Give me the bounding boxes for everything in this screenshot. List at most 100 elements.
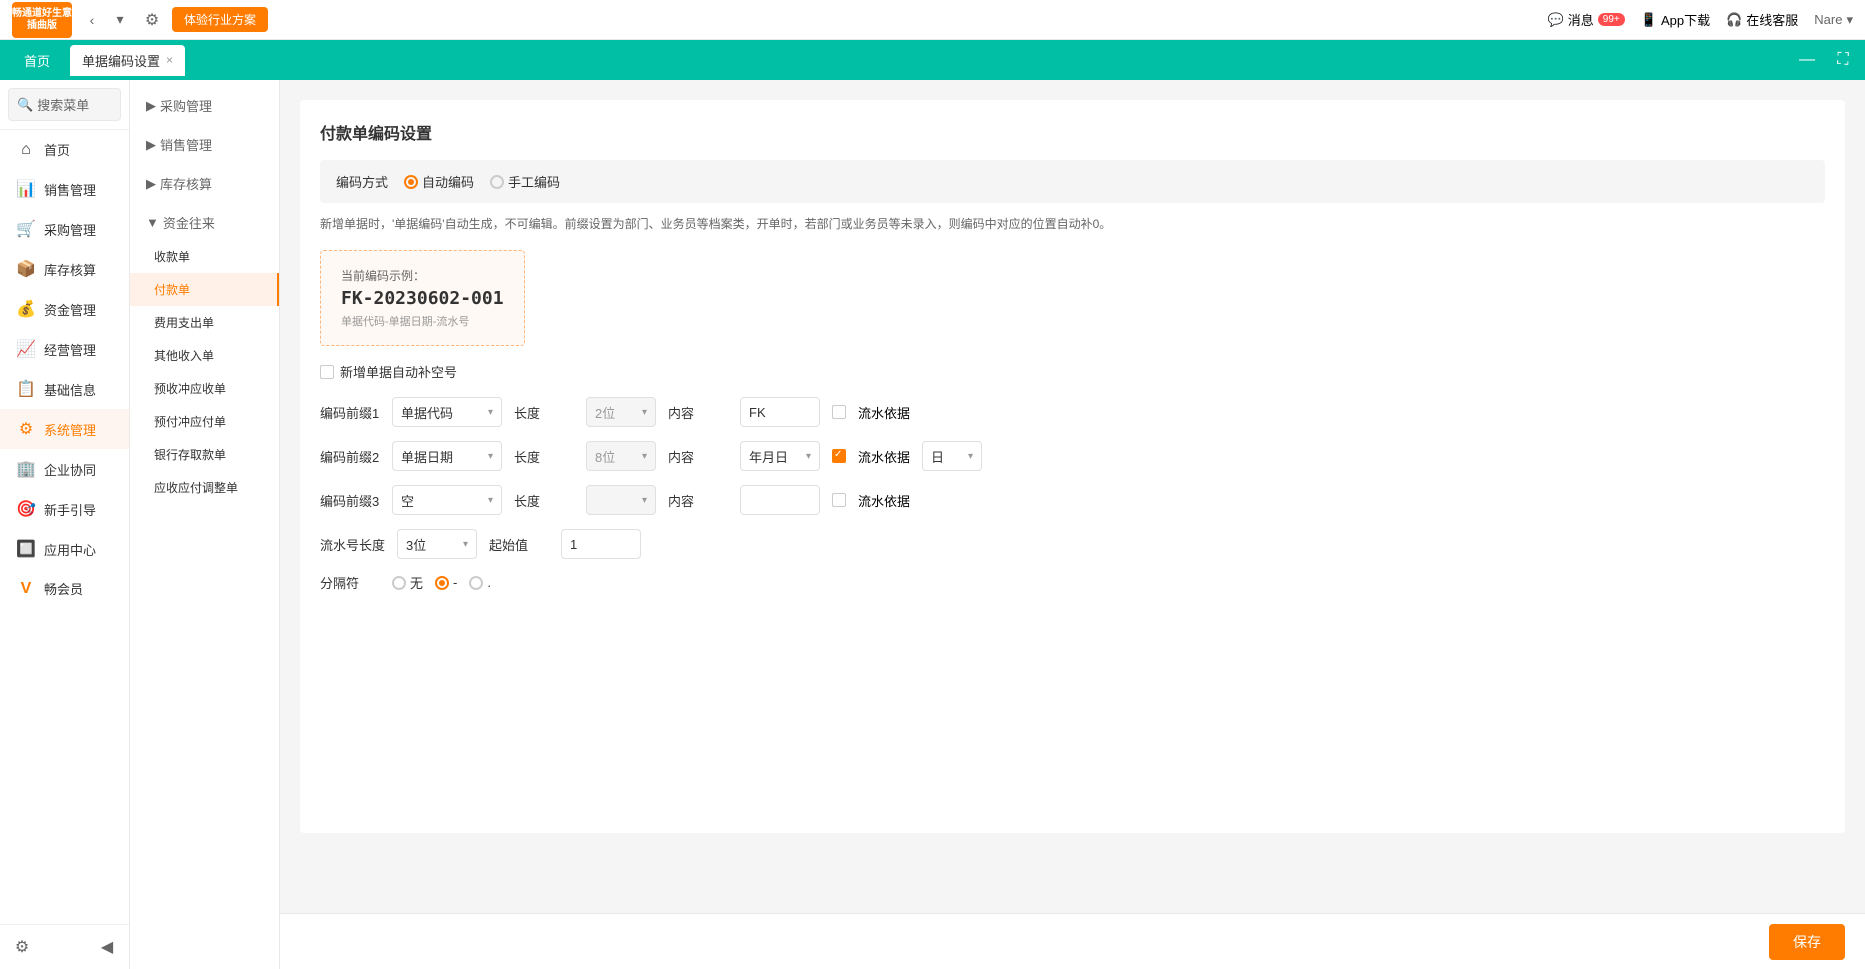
tab-maximize-button[interactable]: ⛶ — [1829, 46, 1857, 74]
auto-fill-checkbox[interactable]: 新增单据自动补空号 — [320, 362, 1825, 381]
length3-arrow-icon: ▾ — [642, 495, 647, 506]
start-value-input[interactable]: 1 — [561, 529, 641, 559]
sidebar-item-finance-label: 资金管理 — [44, 300, 96, 319]
manual-encode-radio[interactable]: 手工编码 — [490, 172, 560, 191]
sidebar-item-operation[interactable]: 📈 经营管理 — [0, 329, 129, 369]
nav-down-button[interactable]: ▾ — [108, 8, 132, 32]
prefix3-select[interactable]: 空 ▾ — [392, 485, 502, 515]
sub-item-expense[interactable]: 费用支出单 — [130, 306, 279, 339]
sub-group-inventory-label: 库存核算 — [160, 174, 212, 193]
sidebar-collapse-button[interactable]: ◀ — [93, 933, 121, 961]
sub-item-payment[interactable]: 付款单 — [130, 273, 279, 306]
sidebar-item-apps[interactable]: 🔲 应用中心 — [0, 529, 129, 569]
sidebar-item-member[interactable]: V 畅会员 — [0, 569, 129, 608]
sidebar-item-inventory[interactable]: 📦 库存核算 — [0, 249, 129, 289]
auto-encode-radio[interactable]: 自动编码 — [404, 172, 474, 191]
prefix3-arrow-icon: ▾ — [488, 495, 493, 506]
sub-group-capital-label: 资金往来 — [163, 213, 215, 232]
encode-prefix-row1: 编码前缀1 单据代码 ▾ 长度 2位 ▾ 内容 FK 流水依据 — [320, 397, 1825, 427]
length1-value: 2位 — [595, 403, 615, 422]
sidebar-item-operation-label: 经营管理 — [44, 340, 96, 359]
encode-prefix-row2: 编码前缀2 单据日期 ▾ 长度 8位 ▾ 内容 年月日 ▾ — [320, 441, 1825, 471]
inventory-icon: 📦 — [16, 259, 36, 279]
sub-item-other-income[interactable]: 其他收入单 — [130, 339, 279, 372]
sidebar-item-enterprise[interactable]: 🏢 企业协同 — [0, 449, 129, 489]
prefix2-select[interactable]: 单据日期 ▾ — [392, 441, 502, 471]
watermark1-checkbox-box — [832, 405, 846, 419]
message-badge: 99+ — [1598, 13, 1625, 26]
sidebar-item-sales-label: 销售管理 — [44, 180, 96, 199]
sidebar-item-purchase[interactable]: 🛒 采购管理 — [0, 209, 129, 249]
app-download-button[interactable]: 📱 App下载 — [1641, 10, 1710, 29]
sidebar-item-home-label: 首页 — [44, 140, 70, 159]
sub-group-sales-title[interactable]: ▶ 销售管理 — [130, 127, 279, 162]
sidebar-item-enterprise-label: 企业协同 — [44, 460, 96, 479]
search-label: 搜索菜单 — [37, 95, 89, 114]
sidebar-item-basic[interactable]: 📋 基础信息 — [0, 369, 129, 409]
content2-value: 年月日 — [749, 447, 788, 466]
bottom-bar: 保存 — [280, 913, 1865, 969]
sub-group-capital-title[interactable]: ▼ 资金往来 — [130, 205, 279, 240]
period2-select[interactable]: 日 ▾ — [922, 441, 982, 471]
auto-fill-label: 新增单据自动补空号 — [340, 362, 457, 381]
prefix1-select[interactable]: 单据代码 ▾ — [392, 397, 502, 427]
separator-dash-dot — [435, 576, 449, 590]
settings-icon-button[interactable]: ⚙ — [140, 8, 164, 32]
sidebar-item-finance[interactable]: 💰 资金管理 — [0, 289, 129, 329]
period2-arrow-icon: ▾ — [968, 451, 973, 462]
online-service-button[interactable]: 🎧 在线客服 — [1726, 10, 1798, 29]
sub-item-receipt[interactable]: 收款单 — [130, 240, 279, 273]
purchase-icon: 🛒 — [16, 219, 36, 239]
sub-group-purchase-label: 采购管理 — [160, 96, 212, 115]
separator-dash-label: - — [453, 575, 457, 590]
user-area[interactable]: Nare ▾ — [1814, 12, 1853, 28]
separator-none-radio[interactable]: 无 — [392, 573, 423, 592]
message-button[interactable]: 💬 消息 99+ — [1548, 10, 1625, 29]
length2-arrow-icon: ▾ — [642, 451, 647, 462]
sidebar-settings-button[interactable]: ⚙ — [8, 933, 36, 961]
app-download-label: App下载 — [1661, 10, 1710, 29]
sub-item-pre-payable[interactable]: 预付冲应付单 — [130, 405, 279, 438]
code-example-box: 当前编码示例： FK-20230602-001 单据代码-单据日期-流水号 — [320, 250, 525, 346]
content3-label: 内容 — [668, 491, 728, 510]
nav-back-button[interactable]: ‹ — [80, 8, 104, 32]
save-button[interactable]: 保存 — [1769, 924, 1845, 960]
search-menu-button[interactable]: 🔍 搜索菜单 — [8, 88, 121, 121]
sub-group-purchase-title[interactable]: ▶ 采购管理 — [130, 88, 279, 123]
start-value: 1 — [570, 537, 577, 552]
tab-bar: 首页 单据编码设置 × — ⛶ — [0, 40, 1865, 80]
sub-item-pre-receivable[interactable]: 预收冲应收单 — [130, 372, 279, 405]
tab-close-button[interactable]: × — [166, 53, 173, 67]
online-service-label: 在线客服 — [1746, 10, 1798, 29]
length1-input: 2位 ▾ — [586, 397, 656, 427]
sidebar-item-system[interactable]: ⚙ 系统管理 — [0, 409, 129, 449]
user-dropdown-icon: ▾ — [1846, 12, 1853, 28]
sidebar-item-sales[interactable]: 📊 销售管理 — [0, 169, 129, 209]
serial-length-select[interactable]: 3位 ▾ — [397, 529, 477, 559]
message-label: 消息 — [1568, 10, 1594, 29]
content2-arrow-icon: ▾ — [806, 451, 811, 462]
sub-sidebar: ▶ 采购管理 ▶ 销售管理 ▶ 库存核算 ▼ 资金往来 收款单 付款单 费用支出… — [130, 80, 280, 969]
trial-button[interactable]: 体验行业方案 — [172, 7, 268, 32]
service-icon: 🎧 — [1726, 12, 1742, 28]
top-bar-right: 💬 消息 99+ 📱 App下载 🎧 在线客服 Nare ▾ — [1548, 10, 1853, 29]
sidebar-item-home[interactable]: ⌂ 首页 — [0, 130, 129, 169]
tab-encode-setting[interactable]: 单据编码设置 × — [70, 45, 185, 76]
sidebar-item-guide[interactable]: 🎯 新手引导 — [0, 489, 129, 529]
content2-select[interactable]: 年月日 ▾ — [740, 441, 820, 471]
separator-dash-radio[interactable]: - — [435, 575, 457, 590]
sub-item-bank[interactable]: 银行存取款单 — [130, 438, 279, 471]
main-layout: 🔍 搜索菜单 ⌂ 首页 📊 销售管理 🛒 采购管理 📦 库存核算 💰 资金管理 … — [0, 80, 1865, 969]
auto-fill-checkbox-box — [320, 365, 334, 379]
sub-group-inventory-title[interactable]: ▶ 库存核算 — [130, 166, 279, 201]
sub-item-adjust[interactable]: 应收应付调整单 — [130, 471, 279, 504]
period2-value: 日 — [931, 447, 944, 466]
encode-method-label: 编码方式 — [336, 172, 388, 191]
prefix3-label: 编码前缀3 — [320, 491, 380, 510]
sub-group-purchase-arrow: ▶ — [146, 98, 156, 114]
tab-minimize-button[interactable]: — — [1793, 46, 1821, 74]
code-example-title: 当前编码示例： — [341, 267, 504, 284]
separator-dot-radio[interactable]: . — [469, 575, 491, 590]
system-icon: ⚙ — [16, 419, 36, 439]
tab-home[interactable]: 首页 — [8, 45, 66, 76]
